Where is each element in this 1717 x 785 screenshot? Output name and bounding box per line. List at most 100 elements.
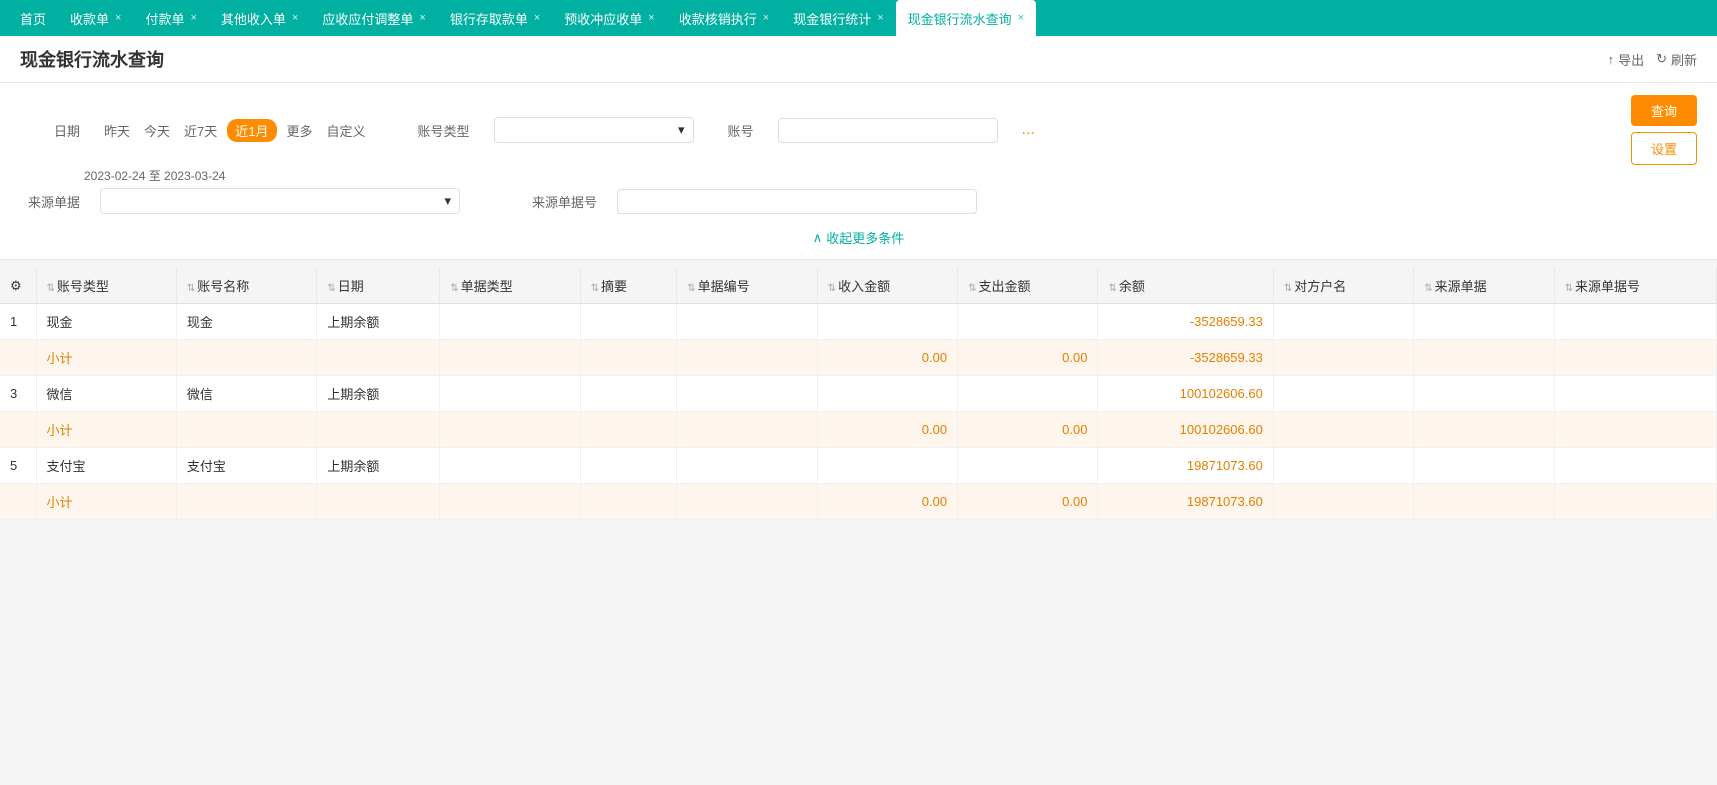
cell-account-type: 小计 — [36, 412, 176, 448]
cell-balance: -3528659.33 — [1098, 304, 1273, 340]
top-navigation: 首页 收款单 × 付款单 × 其他收入单 × 应收应付调整单 × 银行存取款单 … — [0, 0, 1717, 36]
col-date: ⇅日期 — [317, 268, 440, 304]
col-source-doc-no: ⇅来源单据号 — [1554, 268, 1716, 304]
cell-balance: 100102606.60 — [1098, 376, 1273, 412]
table-row: 小计 0.00 0.00 100102606.60 — [0, 412, 1717, 448]
table-row: 1 现金 现金 上期余额 -3528659.33 — [0, 304, 1717, 340]
query-button[interactable]: 查询 — [1631, 95, 1697, 126]
cell-counterparty — [1273, 304, 1413, 340]
filter-row-date: 日期 昨天 今天 近7天 近1月 更多 自定义 账号类型 ▾ 账号 ... 查询… — [20, 95, 1697, 165]
date-btn-1month[interactable]: 近1月 — [227, 119, 276, 142]
cell-source-doc — [1414, 376, 1554, 412]
source-doc-select[interactable]: ▾ — [100, 188, 460, 214]
date-btn-custom[interactable]: 自定义 — [323, 119, 370, 142]
nav-tab-xianjinliushui[interactable]: 现金银行流水查询 × — [896, 0, 1036, 36]
dots-button[interactable]: ... — [1022, 121, 1035, 139]
close-icon[interactable]: × — [648, 12, 654, 24]
col-gear: ⚙ — [0, 268, 36, 304]
cell-balance: 19871073.60 — [1098, 448, 1273, 484]
col-summary: ⇅摘要 — [580, 268, 677, 304]
cell-expense: 0.00 — [958, 412, 1098, 448]
col-account-type: ⇅账号类型 — [36, 268, 176, 304]
cell-income — [817, 304, 957, 340]
cell-source-doc-no — [1554, 448, 1716, 484]
cell-source-doc-no — [1554, 376, 1716, 412]
table-row: 5 支付宝 支付宝 上期余额 19871073.60 — [0, 448, 1717, 484]
cell-index: 1 — [0, 304, 36, 340]
nav-tab-xianjinyinhang-stat[interactable]: 现金银行统计 × — [781, 0, 895, 36]
col-doc-no: ⇅单据编号 — [677, 268, 817, 304]
gear-icon[interactable]: ⚙ — [10, 278, 22, 293]
account-type-select[interactable]: ▾ — [494, 117, 694, 143]
date-btn-yesterday[interactable]: 昨天 — [100, 119, 134, 142]
cell-summary — [580, 484, 677, 520]
cell-source-doc-no — [1554, 304, 1716, 340]
cell-expense: 0.00 — [958, 340, 1098, 376]
table-header-row: ⚙ ⇅账号类型 ⇅账号名称 ⇅日期 ⇅单据类型 ⇅摘要 ⇅单据编 — [0, 268, 1717, 304]
cell-index — [0, 412, 36, 448]
cell-source-doc — [1414, 448, 1554, 484]
source-doc-no-input[interactable] — [617, 189, 977, 214]
cell-date — [317, 484, 440, 520]
data-table: ⚙ ⇅账号类型 ⇅账号名称 ⇅日期 ⇅单据类型 ⇅摘要 ⇅单据编 — [0, 268, 1717, 520]
nav-tab-shoukuanxiaoxiao[interactable]: 收款核销执行 × — [667, 0, 781, 36]
col-income: ⇅收入金额 — [817, 268, 957, 304]
cell-doc-type — [440, 304, 580, 340]
close-icon[interactable]: × — [115, 12, 121, 24]
cell-account-type: 现金 — [36, 304, 176, 340]
cell-doc-type — [440, 340, 580, 376]
nav-tab-yushou[interactable]: 预收冲应收单 × — [552, 0, 666, 36]
cell-source-doc-no — [1554, 340, 1716, 376]
cell-summary — [580, 340, 677, 376]
col-balance: ⇅余额 — [1098, 268, 1273, 304]
date-btn-more[interactable]: 更多 — [283, 119, 317, 142]
cell-doc-no — [677, 484, 817, 520]
close-icon[interactable]: × — [763, 12, 769, 24]
col-doc-type: ⇅单据类型 — [440, 268, 580, 304]
cell-counterparty — [1273, 412, 1413, 448]
nav-tab-yingshouyingfu[interactable]: 应收应付调整单 × — [310, 0, 437, 36]
cell-account-name: 现金 — [176, 304, 316, 340]
cell-account-name — [176, 412, 316, 448]
close-icon[interactable]: × — [292, 12, 298, 24]
export-button[interactable]: ↑ 导出 — [1608, 50, 1645, 69]
col-expense: ⇅支出金额 — [958, 268, 1098, 304]
cell-doc-no — [677, 412, 817, 448]
nav-tab-home[interactable]: 首页 — [8, 0, 58, 36]
settings-button[interactable]: 设置 — [1631, 132, 1697, 165]
cell-doc-type — [440, 412, 580, 448]
close-icon[interactable]: × — [1018, 12, 1024, 24]
cell-date: 上期余额 — [317, 376, 440, 412]
cell-date — [317, 340, 440, 376]
cell-counterparty — [1273, 340, 1413, 376]
date-btn-today[interactable]: 今天 — [140, 119, 174, 142]
refresh-icon: ↻ — [1656, 51, 1667, 67]
date-btn-7days[interactable]: 近7天 — [180, 119, 221, 142]
collapse-up-icon: ∧ — [813, 230, 823, 246]
cell-expense — [958, 448, 1098, 484]
cell-doc-no — [677, 376, 817, 412]
cell-expense — [958, 376, 1098, 412]
page-header: 现金银行流水查询 ↑ 导出 ↻ 刷新 — [0, 36, 1717, 83]
close-icon[interactable]: × — [534, 12, 540, 24]
refresh-button[interactable]: ↻ 刷新 — [1656, 50, 1697, 69]
cell-source-doc-no — [1554, 484, 1716, 520]
source-doc-no-label: 来源单据号 — [532, 192, 597, 211]
cell-doc-no — [677, 340, 817, 376]
account-input[interactable] — [778, 118, 998, 143]
cell-index: 5 — [0, 448, 36, 484]
close-icon[interactable]: × — [877, 12, 883, 24]
cell-doc-no — [677, 448, 817, 484]
nav-tab-yinhangcunqu[interactable]: 银行存取款单 × — [438, 0, 552, 36]
cell-date: 上期余额 — [317, 304, 440, 340]
nav-tab-shoudan[interactable]: 收款单 × — [58, 0, 133, 36]
nav-tab-qitashouru[interactable]: 其他收入单 × — [209, 0, 310, 36]
date-shortcuts: 昨天 今天 近7天 近1月 更多 自定义 — [100, 119, 370, 142]
close-icon[interactable]: × — [419, 12, 425, 24]
close-icon[interactable]: × — [190, 12, 196, 24]
page-title: 现金银行流水查询 — [20, 46, 164, 72]
cell-source-doc — [1414, 304, 1554, 340]
nav-tab-fukudan[interactable]: 付款单 × — [133, 0, 208, 36]
collapse-bar[interactable]: ∧ 收起更多条件 — [20, 224, 1697, 247]
cell-doc-type — [440, 484, 580, 520]
